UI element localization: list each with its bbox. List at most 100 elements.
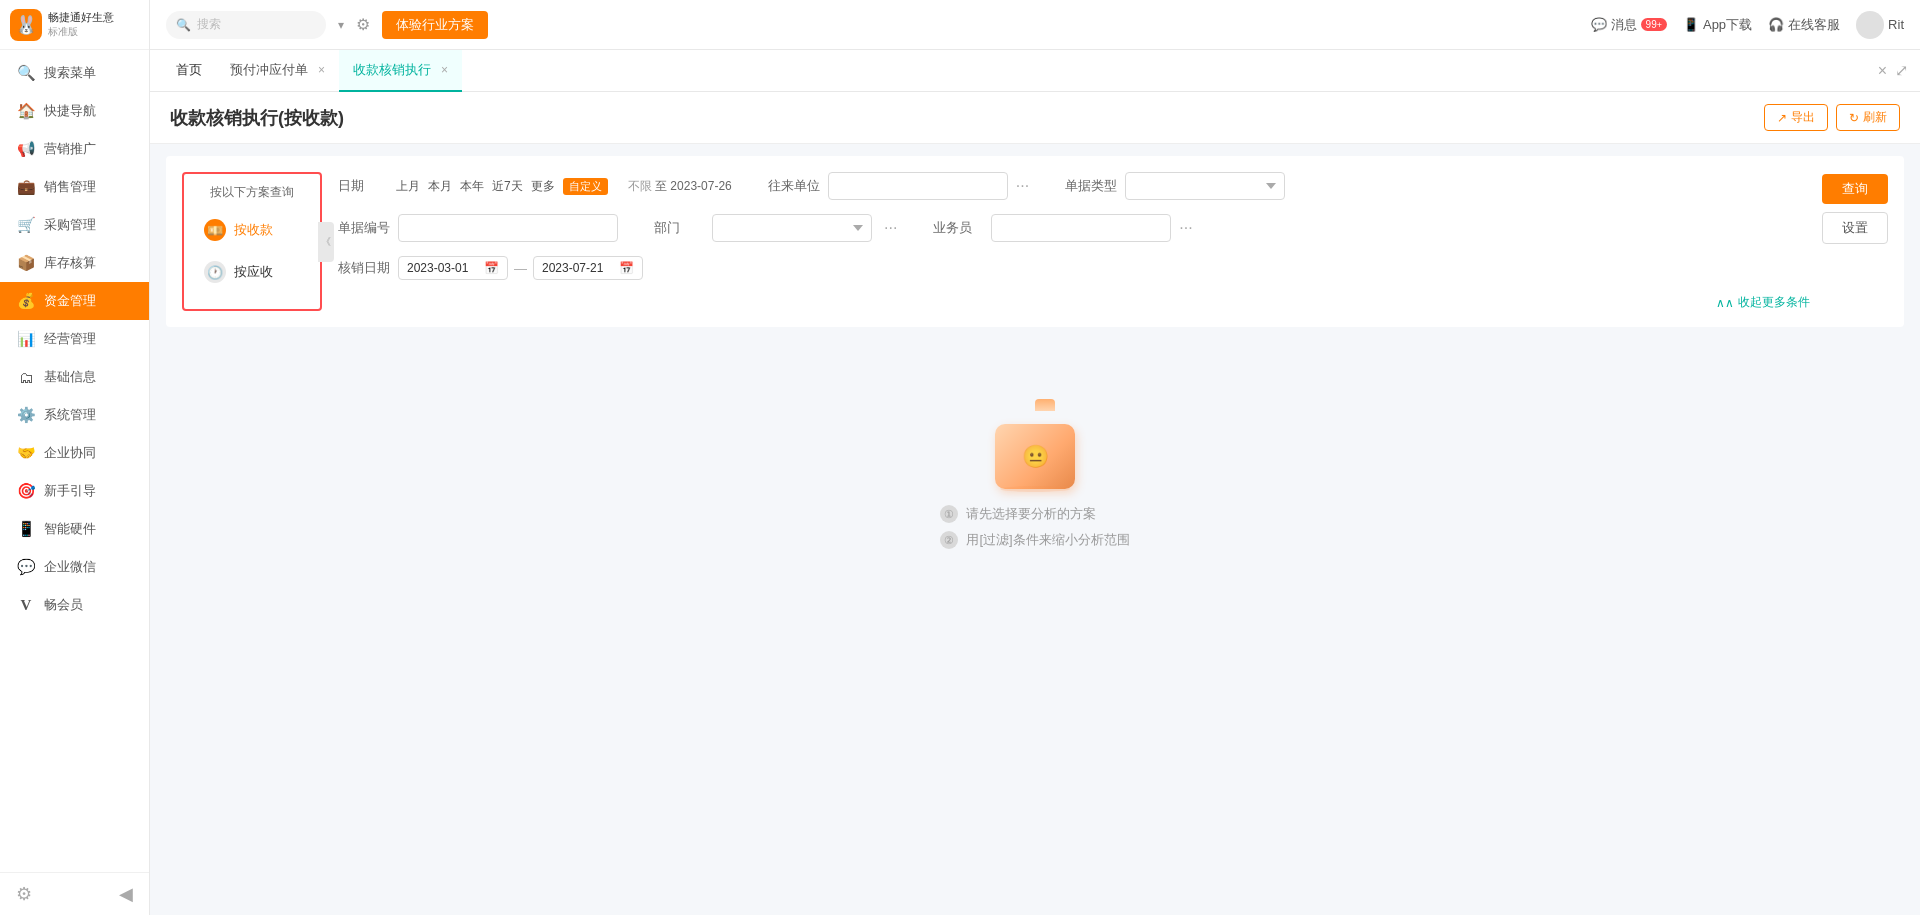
dept-select[interactable] [712, 214, 872, 242]
voucher-no-input[interactable] [398, 214, 618, 242]
voucher-type-field: 单据类型 [1065, 172, 1285, 200]
sidebar-label-inventory: 库存核算 [44, 254, 96, 272]
sidebar-item-purchase[interactable]: 🛒 采购管理 [0, 206, 149, 244]
app-name: 畅捷通好生意 [48, 10, 114, 24]
sidebar-item-finance[interactable]: 💰 资金管理 [0, 282, 149, 320]
tab-expand-btn[interactable]: ⤢ [1895, 61, 1908, 80]
more-conditions-row: ∧∧ 收起更多条件 [338, 294, 1810, 311]
verify-date-label: 核销日期 [338, 259, 390, 277]
collapse-icon: 《 [321, 235, 331, 249]
user-area[interactable]: Rit [1856, 11, 1904, 39]
basic-icon: 🗂 [16, 369, 36, 386]
topbar-search-placeholder: 搜索 [197, 16, 221, 33]
date-more[interactable]: 更多 [531, 178, 555, 195]
sidebar-label-wechat: 企业微信 [44, 558, 96, 576]
filter-form-area: 日期 上月 本月 本年 近7天 更多 自定义 不限 [338, 172, 1888, 311]
message-icon: 💬 [1591, 17, 1607, 32]
topbar-search-box[interactable]: 🔍 搜索 [166, 11, 326, 39]
verify-date-end-input[interactable]: 2023-07-21 📅 [533, 256, 643, 280]
empty-hint-1: ① 请先选择要分析的方案 [940, 505, 1129, 523]
wechat-icon: 💬 [16, 558, 36, 576]
logo-area: 🐰 畅捷通好生意 标准版 [0, 0, 149, 50]
sidebar-settings-icon[interactable]: ⚙ [16, 883, 32, 905]
app-download-btn[interactable]: 📱 App下载 [1683, 16, 1752, 34]
sidebar-item-hardware[interactable]: 📱 智能硬件 [0, 510, 149, 548]
topbar-right: 💬 消息 99+ 📱 App下载 🎧 在线客服 Rit [1591, 11, 1904, 39]
tab-home[interactable]: 首页 [162, 50, 216, 92]
date-this-month[interactable]: 本月 [428, 178, 452, 195]
sidebar-item-system[interactable]: ⚙️ 系统管理 [0, 396, 149, 434]
sidebar-item-guide[interactable]: 🎯 新手引导 [0, 472, 149, 510]
logo-icon: 🐰 [10, 9, 42, 41]
page-content: 收款核销执行(按收款) ↗ 导出 ↻ 刷新 按以下方案查询 💴 按收款 [150, 92, 1920, 915]
staff-dots[interactable]: ··· [1179, 219, 1192, 237]
sidebar-item-marketing[interactable]: 📢 营销推广 [0, 130, 149, 168]
member-icon: V [16, 597, 36, 614]
filter-option-receipt[interactable]: 💴 按收款 [194, 211, 310, 249]
topbar-gear-icon[interactable]: ⚙ [356, 15, 370, 34]
inventory-icon: 📦 [16, 254, 36, 272]
date-last-month[interactable]: 上月 [396, 178, 420, 195]
corp-icon: 🤝 [16, 444, 36, 462]
app-tag: 标准版 [48, 25, 114, 39]
sidebar-item-corp[interactable]: 🤝 企业协同 [0, 434, 149, 472]
filter-collapse-btn[interactable]: 《 [318, 222, 334, 262]
date-field: 日期 上月 本月 本年 近7天 更多 自定义 [338, 177, 608, 195]
sidebar-item-search-menu[interactable]: 🔍 搜索菜单 [0, 54, 149, 92]
tab-prepay-label: 预付冲应付单 [230, 61, 308, 79]
sidebar-label-member: 畅会员 [44, 596, 83, 614]
refresh-btn[interactable]: ↻ 刷新 [1836, 104, 1900, 131]
filter-row-2: 单据编号 部门 ··· 业务员 [338, 214, 1810, 242]
topbar-chevron-icon[interactable]: ▾ [338, 18, 344, 32]
more-conditions-btn[interactable]: ∧∧ 收起更多条件 [1716, 294, 1810, 311]
sidebar-label-marketing: 营销推广 [44, 140, 96, 158]
partner-dots[interactable]: ··· [1016, 177, 1029, 195]
tab-collection-label: 收款核销执行 [353, 61, 431, 79]
home-icon: 🏠 [16, 102, 36, 120]
purchase-icon: 🛒 [16, 216, 36, 234]
sidebar-label-hardware: 智能硬件 [44, 520, 96, 538]
filter-option-receivable[interactable]: 🕐 按应收 [194, 253, 310, 291]
sidebar-label-search-menu: 搜索菜单 [44, 64, 96, 82]
sidebar-item-basic[interactable]: 🗂 基础信息 [0, 358, 149, 396]
online-service-btn[interactable]: 🎧 在线客服 [1768, 16, 1840, 34]
tab-prepay-close[interactable]: × [318, 63, 325, 77]
system-icon: ⚙️ [16, 406, 36, 424]
industry-btn[interactable]: 体验行业方案 [382, 11, 488, 39]
partner-input[interactable] [828, 172, 1008, 200]
tab-prepay[interactable]: 预付冲应付单 × [216, 50, 339, 92]
sidebar-collapse-icon[interactable]: ◀ [119, 883, 133, 905]
date-7-days[interactable]: 近7天 [492, 178, 523, 195]
sidebar-item-wechat[interactable]: 💬 企业微信 [0, 548, 149, 586]
date-custom-badge[interactable]: 自定义 [563, 178, 608, 195]
tab-collection-close[interactable]: × [441, 63, 448, 77]
tab-close-all-btn[interactable]: × [1878, 61, 1887, 80]
staff-input[interactable] [991, 214, 1171, 242]
sidebar-item-member[interactable]: V 畅会员 [0, 586, 149, 624]
query-btn[interactable]: 查询 [1822, 174, 1888, 204]
sidebar-label-sales: 销售管理 [44, 178, 96, 196]
date-this-year[interactable]: 本年 [460, 178, 484, 195]
voucher-type-select[interactable] [1125, 172, 1285, 200]
export-btn[interactable]: ↗ 导出 [1764, 104, 1828, 131]
page-header: 收款核销执行(按收款) ↗ 导出 ↻ 刷新 [150, 92, 1920, 144]
verify-date-start-input[interactable]: 2023-03-01 📅 [398, 256, 508, 280]
tab-collection[interactable]: 收款核销执行 × [339, 50, 462, 92]
empty-shadow [1000, 486, 1070, 492]
filter-row-1: 日期 上月 本月 本年 近7天 更多 自定义 不限 [338, 172, 1810, 200]
sidebar-item-quick-nav[interactable]: 🏠 快捷导航 [0, 92, 149, 130]
calendar-icon-end: 📅 [619, 261, 634, 275]
sidebar-item-business[interactable]: 📊 经营管理 [0, 320, 149, 358]
filter-right-actions: 查询 设置 [1822, 172, 1888, 311]
message-btn[interactable]: 💬 消息 99+ [1591, 16, 1667, 34]
empty-box-shape: 😐 [995, 424, 1075, 489]
sidebar-item-sales[interactable]: 💼 销售管理 [0, 168, 149, 206]
sidebar-label-system: 系统管理 [44, 406, 96, 424]
receivable-icon: 🕐 [204, 261, 226, 283]
settings-btn[interactable]: 设置 [1822, 212, 1888, 244]
sidebar-item-inventory[interactable]: 📦 库存核算 [0, 244, 149, 282]
hint-num-2: ② [940, 531, 958, 549]
sidebar-label-purchase: 采购管理 [44, 216, 96, 234]
filter-form: 日期 上月 本月 本年 近7天 更多 自定义 不限 [338, 172, 1810, 311]
dept-dots[interactable]: ··· [884, 219, 897, 237]
